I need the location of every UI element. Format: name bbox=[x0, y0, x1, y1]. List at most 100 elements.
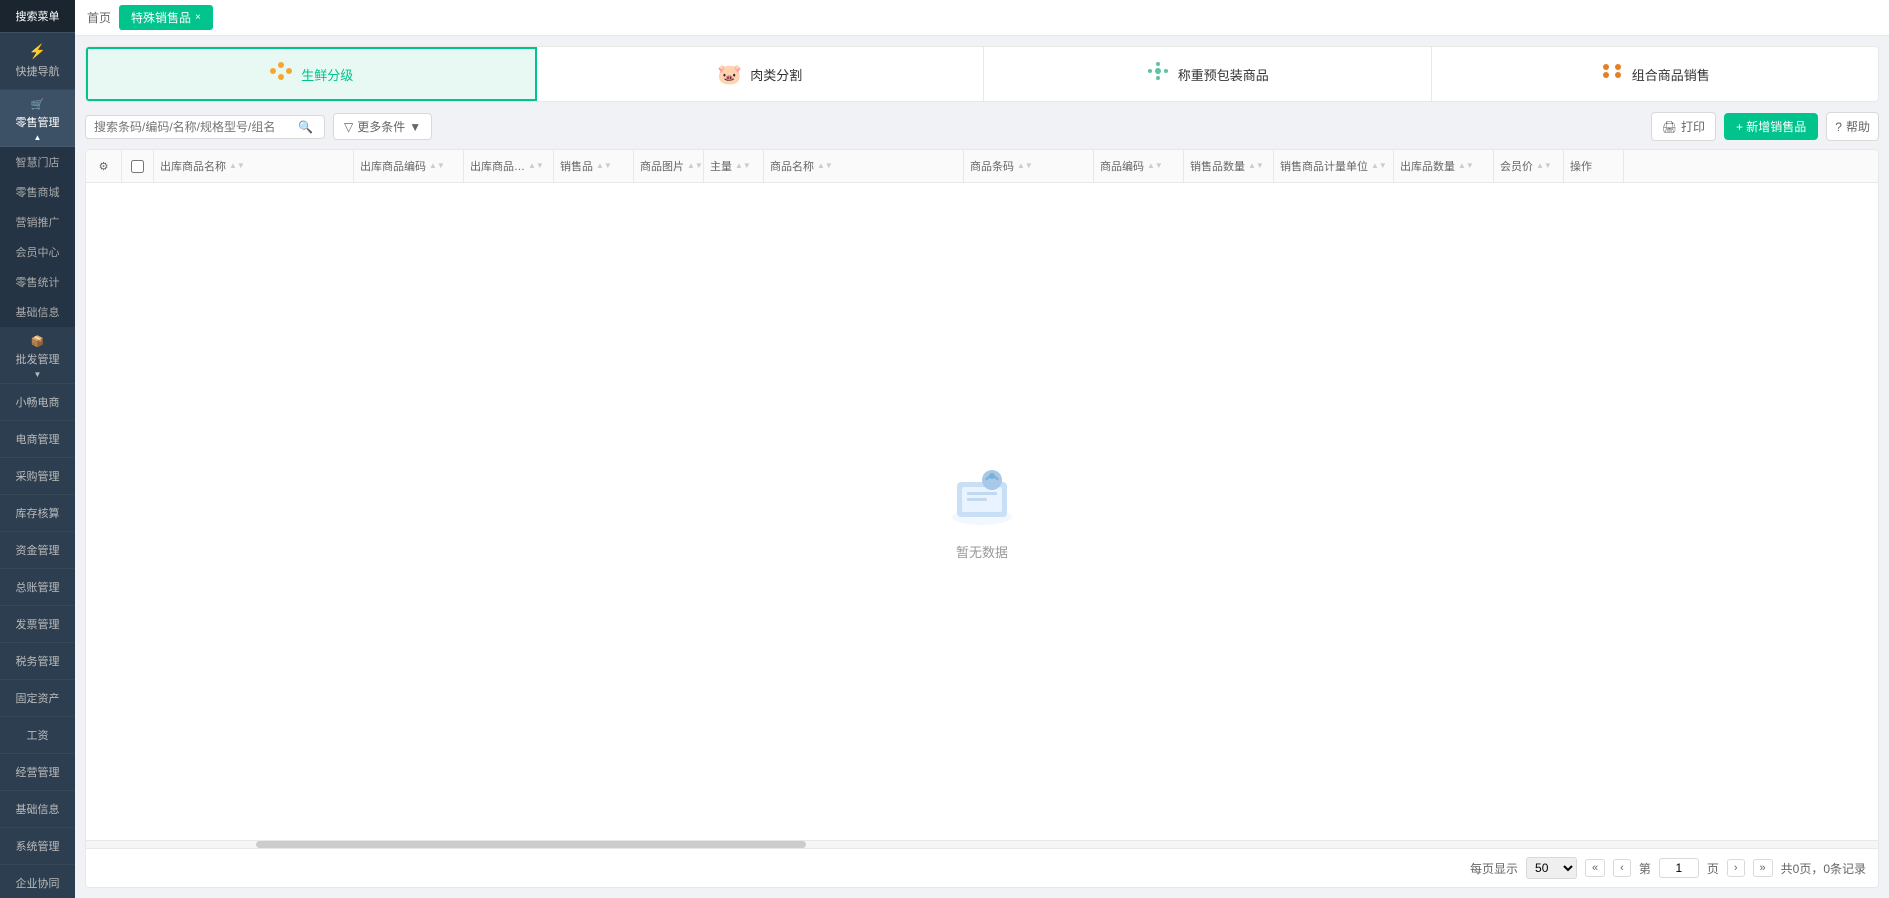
search-input[interactable] bbox=[94, 120, 294, 134]
sidebar-item-retail-mgmt[interactable]: 🛒 零售管理 ▲ bbox=[0, 90, 75, 147]
th-settings[interactable]: ⚙ bbox=[86, 150, 122, 182]
filter-button[interactable]: ▽ 更多条件 ▼ bbox=[333, 113, 432, 140]
sidebar-item-ops-mgmt[interactable]: 经营管理 bbox=[0, 754, 75, 791]
page-size-select[interactable]: 50 10 20 100 bbox=[1526, 857, 1577, 879]
sidebar-item-wholesale-mgmt[interactable]: 📦 批发管理 ▼ bbox=[0, 327, 75, 384]
sidebar-item-invoice[interactable]: 发票管理 bbox=[0, 606, 75, 643]
first-page-button[interactable]: « bbox=[1585, 859, 1605, 877]
sidebar-item-mini-ecom[interactable]: 小畅电商 bbox=[0, 384, 75, 421]
print-button[interactable]: 🖨 打印 bbox=[1651, 112, 1716, 141]
help-button[interactable]: ? 帮助 bbox=[1826, 112, 1879, 141]
th-barcode-sort[interactable]: ▲▼ bbox=[1017, 162, 1033, 170]
sidebar-item-fixed-assets[interactable]: 固定资产 bbox=[0, 680, 75, 717]
sidebar-item-ecom-mgmt[interactable]: 电商管理 bbox=[0, 421, 75, 458]
th-img-sort[interactable]: ▲▼ bbox=[687, 162, 703, 170]
sidebar-sub-item-smart-store[interactable]: 智慧门店 bbox=[0, 147, 75, 177]
topbar-tab-close[interactable]: × bbox=[195, 12, 201, 23]
category-tab-weight-pack[interactable]: 称重预包装商品 bbox=[984, 47, 1432, 101]
pagination: 每页显示 50 10 20 100 « ‹ 第 页 › » 共0页，0条记录 bbox=[86, 848, 1878, 887]
page-number-input[interactable] bbox=[1659, 858, 1699, 878]
fresh-grade-label: 生鲜分级 bbox=[301, 65, 353, 84]
th-name-sort[interactable]: ▲▼ bbox=[817, 162, 833, 170]
th-saleqty-sort[interactable]: ▲▼ bbox=[1248, 162, 1264, 170]
th-sale-label: 销售品 bbox=[560, 158, 593, 174]
topbar-active-tab[interactable]: 特殊销售品 × bbox=[119, 5, 213, 30]
combo-icon bbox=[1600, 61, 1624, 87]
table-container: ⚙ 出库商品名称 ▲▼ 出库商品编码 ▲▼ 出库商品… ▲▼ bbox=[85, 149, 1879, 888]
th-outqty-sort[interactable]: ▲▼ bbox=[1458, 162, 1474, 170]
table-body: 暂无数据 bbox=[86, 183, 1878, 840]
sidebar-sub-item-retail-mall[interactable]: 零售商城 bbox=[0, 177, 75, 207]
th-outspec[interactable]: 出库商品… ▲▼ bbox=[464, 150, 554, 182]
th-sale[interactable]: 销售品 ▲▼ bbox=[554, 150, 634, 182]
category-tab-fresh-grade[interactable]: 生鲜分级 bbox=[86, 47, 537, 101]
th-outname[interactable]: 出库商品名称 ▲▼ bbox=[154, 150, 354, 182]
th-name-label: 商品名称 bbox=[770, 158, 814, 174]
th-price-label: 会员价 bbox=[1500, 158, 1533, 174]
horizontal-scrollbar[interactable] bbox=[86, 840, 1878, 848]
table-header: ⚙ 出库商品名称 ▲▼ 出库商品编码 ▲▼ 出库商品… ▲▼ bbox=[86, 150, 1878, 183]
th-outname-sort[interactable]: ▲▼ bbox=[229, 162, 245, 170]
retail-mgmt-arrow: ▲ bbox=[34, 133, 42, 142]
sidebar-item-enterprise[interactable]: 企业协同 bbox=[0, 865, 75, 898]
sidebar-logo: 搜索菜单 bbox=[0, 0, 75, 33]
prev-page-button[interactable]: ‹ bbox=[1613, 859, 1631, 877]
toolbar: 🔍 ▽ 更多条件 ▼ 🖨 打印 + 新增销售品 ? 帮助 bbox=[85, 112, 1879, 141]
th-weight-sort[interactable]: ▲▼ bbox=[735, 162, 751, 170]
th-weight[interactable]: 主量 ▲▼ bbox=[704, 150, 764, 182]
sidebar-item-purchase-mgmt[interactable]: 采购管理 bbox=[0, 458, 75, 495]
search-icon: 🔍 bbox=[298, 120, 313, 134]
th-sale-sort[interactable]: ▲▼ bbox=[596, 162, 612, 170]
last-page-button[interactable]: » bbox=[1753, 859, 1773, 877]
weight-pack-label: 称重预包装商品 bbox=[1178, 65, 1269, 84]
th-weight-label: 主量 bbox=[710, 158, 732, 174]
th-checkbox[interactable] bbox=[122, 150, 154, 182]
th-saleunit-sort[interactable]: ▲▼ bbox=[1371, 162, 1387, 170]
category-tab-meat-cut[interactable]: 🐷 肉类分割 bbox=[537, 47, 985, 101]
th-outqty[interactable]: 出库品数量 ▲▼ bbox=[1394, 150, 1494, 182]
sidebar-sub-item-retail-stats[interactable]: 零售统计 bbox=[0, 267, 75, 297]
th-barcode[interactable]: 商品条码 ▲▼ bbox=[964, 150, 1094, 182]
th-editcode-sort[interactable]: ▲▼ bbox=[1147, 162, 1163, 170]
add-button[interactable]: + 新增销售品 bbox=[1724, 113, 1818, 140]
th-price[interactable]: 会员价 ▲▼ bbox=[1494, 150, 1564, 182]
sidebar-item-tax[interactable]: 税务管理 bbox=[0, 643, 75, 680]
next-page-button[interactable]: › bbox=[1727, 859, 1745, 877]
page-suffix: 页 bbox=[1707, 860, 1719, 877]
sidebar-item-inventory[interactable]: 库存核算 bbox=[0, 495, 75, 532]
select-all-checkbox[interactable] bbox=[131, 160, 144, 173]
toolbar-left: 🔍 ▽ 更多条件 ▼ bbox=[85, 113, 432, 140]
th-saleunit[interactable]: 销售商品计量单位 ▲▼ bbox=[1274, 150, 1394, 182]
th-price-sort[interactable]: ▲▼ bbox=[1536, 162, 1552, 170]
filter-icon: ▽ bbox=[344, 120, 353, 134]
th-img[interactable]: 商品图片 ▲▼ bbox=[634, 150, 704, 182]
topbar: 首页 特殊销售品 × bbox=[75, 0, 1889, 36]
sidebar-item-quick-nav[interactable]: ⚡ 快捷导航 bbox=[0, 33, 75, 90]
th-outcode-sort[interactable]: ▲▼ bbox=[429, 162, 445, 170]
th-outspec-sort[interactable]: ▲▼ bbox=[528, 162, 544, 170]
empty-text: 暂无数据 bbox=[956, 542, 1008, 561]
filter-arrow-icon: ▼ bbox=[409, 120, 421, 134]
category-tab-combo[interactable]: 组合商品销售 bbox=[1432, 47, 1879, 101]
sidebar-item-sys-mgmt[interactable]: 系统管理 bbox=[0, 828, 75, 865]
scrollbar-thumb[interactable] bbox=[256, 841, 806, 848]
th-saleqty[interactable]: 销售品数量 ▲▼ bbox=[1184, 150, 1274, 182]
wholesale-arrow: ▼ bbox=[34, 370, 42, 379]
sidebar-item-general-ledger[interactable]: 总账管理 bbox=[0, 569, 75, 606]
th-editcode[interactable]: 商品编码 ▲▼ bbox=[1094, 150, 1184, 182]
settings-col-icon: ⚙ bbox=[99, 160, 109, 173]
filter-label: 更多条件 bbox=[357, 118, 405, 135]
th-editcode-label: 商品编码 bbox=[1100, 158, 1144, 174]
sidebar-sub-item-member[interactable]: 会员中心 bbox=[0, 237, 75, 267]
topbar-home[interactable]: 首页 bbox=[87, 9, 111, 26]
th-outqty-label: 出库品数量 bbox=[1400, 158, 1455, 174]
sidebar-item-salary[interactable]: 工资 bbox=[0, 717, 75, 754]
th-name[interactable]: 商品名称 ▲▼ bbox=[764, 150, 964, 182]
help-label: 帮助 bbox=[1846, 118, 1870, 135]
sidebar-item-basic-info2[interactable]: 基础信息 bbox=[0, 791, 75, 828]
sidebar-sub-item-promo[interactable]: 营销推广 bbox=[0, 207, 75, 237]
search-box[interactable]: 🔍 bbox=[85, 115, 325, 139]
sidebar-sub-item-basic-info[interactable]: 基础信息 bbox=[0, 297, 75, 327]
sidebar-item-capital[interactable]: 资金管理 bbox=[0, 532, 75, 569]
th-outcode[interactable]: 出库商品编码 ▲▼ bbox=[354, 150, 464, 182]
